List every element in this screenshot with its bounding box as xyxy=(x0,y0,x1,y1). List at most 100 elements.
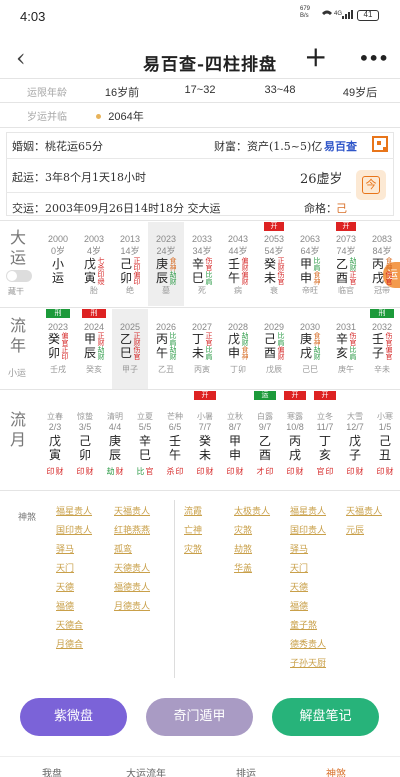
qr-code-icon[interactable] xyxy=(372,136,388,152)
luck-age-row: 运限年龄 16岁前 17~32 33~48 49岁后 xyxy=(0,80,400,102)
shensha-item[interactable]: 太极贵人 xyxy=(234,504,270,517)
shensha-item[interactable]: 驿马 xyxy=(56,542,74,555)
shensha-item[interactable]: 天福贵人 xyxy=(346,504,382,517)
shensha-item[interactable]: 驿马 xyxy=(290,542,308,555)
liuyue-column[interactable]: 立秋 8/7 甲申印财 xyxy=(220,391,250,489)
network-speed: 679 B/s xyxy=(300,6,310,20)
luck-age-1[interactable]: 16岁前 xyxy=(92,84,152,100)
liuyue-jieqi: 白露 xyxy=(257,412,273,421)
qimen-button[interactable]: 奇门遁甲 xyxy=(146,698,253,736)
liunian-column[interactable]: 2031 辛伤官亥比肩 庚午 xyxy=(328,309,364,389)
shensha-item[interactable]: 福德贵人 xyxy=(114,580,150,593)
dayun-column[interactable]: 2003 4岁戊七杀寅印绶胎 xyxy=(76,222,112,306)
shensha-item[interactable]: 福星贵人 xyxy=(56,504,92,517)
liuyue-column[interactable]: 芒种 6/5 壬午杀印 xyxy=(160,391,190,489)
shensha-item[interactable]: 月德贵人 xyxy=(114,599,150,612)
shensha-item[interactable]: 天门 xyxy=(56,561,74,574)
shensha-item[interactable]: 华盖 xyxy=(234,561,252,574)
dayun-column[interactable]: 2043 44岁壬偏财午偏财病 xyxy=(220,222,256,306)
tab-paiyun[interactable]: 排运 xyxy=(236,765,256,777)
shensha-item[interactable]: 灾煞 xyxy=(184,542,202,555)
dayun-column[interactable]: 2033 34岁辛伤官巳比肩死 xyxy=(184,222,220,306)
shensha-item[interactable]: 流霞 xyxy=(184,504,202,517)
shensha-item[interactable]: 红艳燕燕 xyxy=(114,523,150,536)
notes-button[interactable]: 解盘笔记 xyxy=(272,698,379,736)
tab-dayun[interactable]: 大运流年 xyxy=(126,765,166,777)
shensha-item[interactable]: 亡神 xyxy=(184,523,202,536)
liunian-column[interactable]: 2025 乙正财巳伤官 甲子 xyxy=(112,309,148,389)
back-button[interactable]: ‹ xyxy=(16,44,26,72)
shensha-item[interactable]: 月德合 xyxy=(56,637,83,650)
liunian-branch-rel: 正印 xyxy=(61,346,69,360)
dayun-phase: 帝旺 xyxy=(302,286,318,295)
shensha-item[interactable]: 童子煞 xyxy=(290,618,317,631)
tab-shensha[interactable]: 神煞 xyxy=(326,765,346,777)
shensha-item[interactable]: 天门 xyxy=(290,561,308,574)
liunian-column[interactable]: 2026 丙比肩午劫财 乙丑 xyxy=(148,309,184,389)
liunian-column[interactable]: 2024 甲正财辰劫财 癸亥 xyxy=(76,309,112,389)
liuyue-column[interactable]: 寒露 10/8 丙戌印财 xyxy=(280,391,310,489)
shensha-item[interactable]: 孤鸾 xyxy=(114,542,132,555)
shensha-item[interactable]: 劫煞 xyxy=(234,542,252,555)
shensha-item[interactable]: 天德 xyxy=(56,580,74,593)
luck-age-4[interactable]: 49岁后 xyxy=(330,84,390,100)
liuyue-branch: 戌 xyxy=(288,448,301,462)
tab-wopan[interactable]: 我盘 xyxy=(42,765,62,777)
ziwei-button[interactable]: 紫微盘 xyxy=(20,698,127,736)
shensha-item[interactable]: 国印贵人 xyxy=(290,523,326,536)
shensha-item[interactable]: 福德 xyxy=(56,599,74,612)
liunian-column[interactable]: 2023 癸偏官卯正印 壬戌 xyxy=(40,309,76,389)
dayun-column[interactable]: 2073 74岁乙劫财酉正官 临官 xyxy=(328,222,364,306)
dayun-column[interactable]: 2063 64岁甲比肩申食神 帝旺 xyxy=(292,222,328,306)
liunian-branch: 亥 xyxy=(335,346,348,360)
network-speed-unit: B/s xyxy=(300,13,309,19)
shensha-item[interactable]: 德秀贵人 xyxy=(290,637,326,650)
add-button[interactable]: + xyxy=(304,40,327,73)
title-char: 易 xyxy=(142,55,161,75)
liuyue-rel: 官 xyxy=(145,467,154,476)
shensha-item[interactable]: 灾煞 xyxy=(234,523,252,536)
canggan-toggle[interactable] xyxy=(6,270,32,282)
dayun-column[interactable]: 2023 24岁庚食神辰劫财墓 xyxy=(148,222,184,306)
shensha-item[interactable]: 子孙天厨 xyxy=(290,656,326,669)
liunian-stem: 辛 xyxy=(335,332,348,346)
liunian-column[interactable]: 2029 己比肩酉偏财 戊辰 xyxy=(256,309,292,389)
luck-age-3[interactable]: 33~48 xyxy=(250,84,310,96)
liuyue-rel: 杀 xyxy=(166,467,175,476)
dayun-column[interactable]: 2013 14岁己正印卯偏印绝 xyxy=(112,222,148,306)
shensha-item[interactable]: 福德 xyxy=(290,599,308,612)
liuyue-column[interactable]: 立春 2/3 戊寅印财 xyxy=(40,391,70,489)
luck-age-2[interactable]: 17~32 xyxy=(170,84,230,96)
liunian-column[interactable]: 2028 戊劫财申食神 丁卯 xyxy=(220,309,256,389)
shensha-item[interactable]: 福星贵人 xyxy=(290,504,326,517)
liuyue-column[interactable]: 清明 4/4 庚辰劫财 xyxy=(100,391,130,489)
suiyun-year[interactable]: 2064年 xyxy=(104,108,148,124)
more-button[interactable]: ••• xyxy=(358,46,389,70)
liuyue-jieqi: 惊蛰 xyxy=(77,412,93,421)
liuyue-column[interactable]: 大雪 12/7 戊子印财 xyxy=(340,391,370,489)
dayun-column[interactable]: 2083 84岁丙食神戌伤官 冠带 xyxy=(364,222,400,306)
liunian-column[interactable]: 2030 庚食神戌劫财 己巳 xyxy=(292,309,328,389)
liuyue-column[interactable]: 小寒 1/5 己丑印财 xyxy=(370,391,400,489)
liunian-column[interactable]: 2027 丁正官未比肩 丙寅 xyxy=(184,309,220,389)
dayun-column[interactable]: 2053 54岁癸正财未伤官衰 xyxy=(256,222,292,306)
liuyue-column[interactable]: 立夏 5/5 辛巳比官 xyxy=(130,391,160,489)
liunian-branch: 戌 xyxy=(299,346,312,360)
liuyue-column[interactable]: 惊蛰 3/5 己卯印财 xyxy=(70,391,100,489)
shensha-item[interactable]: 天福贵人 xyxy=(114,504,150,517)
title-char: 排 xyxy=(241,55,260,75)
shensha-item[interactable]: 国印贵人 xyxy=(56,523,92,536)
liuyue-column[interactable]: 白露 9/7 乙酉才印 xyxy=(250,391,280,489)
shensha-item[interactable]: 天德 xyxy=(290,580,308,593)
shensha-item[interactable]: 天德贵人 xyxy=(114,561,150,574)
liunian-column[interactable]: 2032 壬伤官子偏官 辛未 xyxy=(364,309,400,389)
liuyue-column[interactable]: 小暑 7/7 癸未印财 xyxy=(190,391,220,489)
calendar-button[interactable]: 今 xyxy=(356,170,386,200)
liuyue-rel: 劫 xyxy=(106,467,115,476)
dayun-column[interactable]: 2000 0岁小运 xyxy=(40,222,76,306)
dayun-branch-row: 午偏财 xyxy=(220,271,256,285)
liunian-stem-rel: 劫财 xyxy=(241,332,249,346)
shensha-item[interactable]: 元辰 xyxy=(346,523,364,536)
liuyue-column[interactable]: 立冬 11/7 丁亥官印 xyxy=(310,391,340,489)
shensha-item[interactable]: 天德合 xyxy=(56,618,83,631)
